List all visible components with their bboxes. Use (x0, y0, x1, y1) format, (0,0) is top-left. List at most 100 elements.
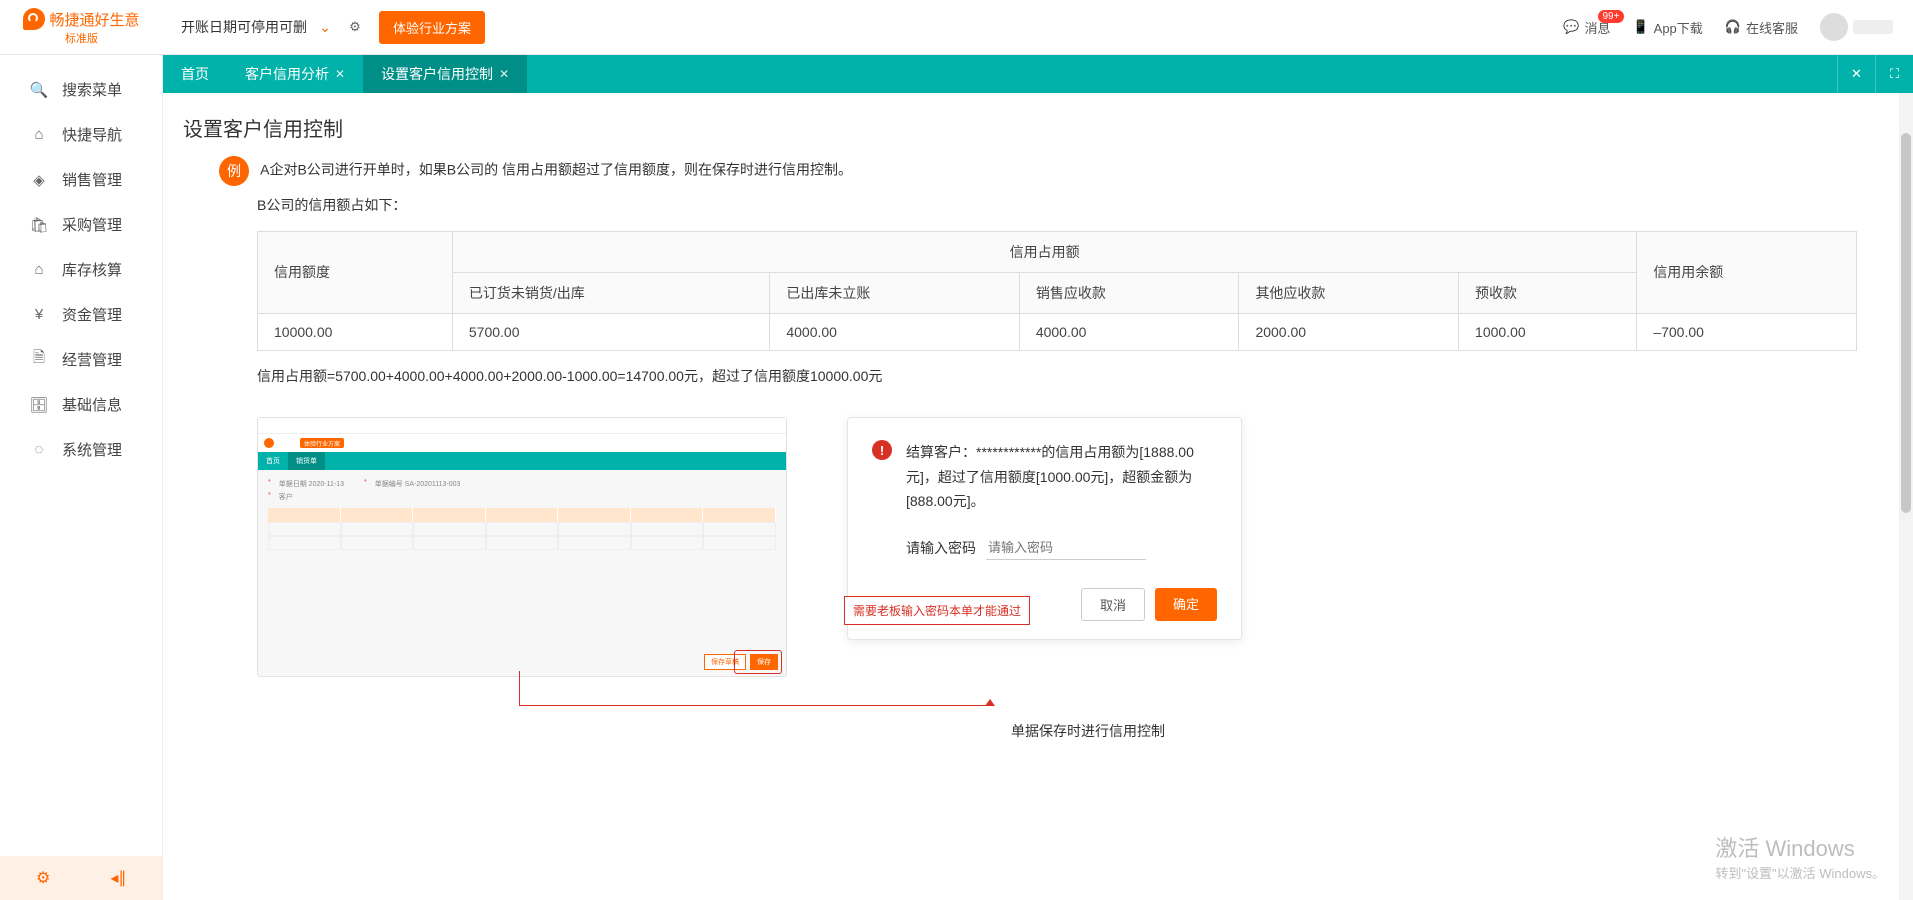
scrollbar-thumb[interactable] (1901, 133, 1911, 513)
phone-icon: 📱 (1632, 19, 1648, 35)
td-c5: 1000.00 (1459, 313, 1637, 350)
selector-text: 开账日期可停用可删 (181, 19, 307, 35)
sidebar-item-inventory[interactable]: ⌂ 库存核算 (0, 247, 162, 292)
tab-label: 设置客户信用控制 (381, 64, 493, 84)
th-sub-4: 其他应收款 (1239, 272, 1459, 313)
sidebar-item-sales[interactable]: ◈ 销售管理 (0, 157, 162, 202)
close-icon[interactable]: ✕ (499, 67, 509, 81)
warehouse-icon: ⌂ (30, 261, 48, 279)
sidebar-item-quicknav[interactable]: ⌂ 快捷导航 (0, 112, 162, 157)
sidebar-item-label: 采购管理 (62, 214, 122, 235)
service-label: 在线客服 (1746, 18, 1798, 37)
sidebar-item-label: 搜索菜单 (62, 79, 122, 100)
confirm-button[interactable]: 确定 (1155, 588, 1217, 621)
sidebar-item-label: 库存核算 (62, 259, 122, 280)
credit-table: 信用额度 信用占用额 信用用余额 已订货未销货/出库 已出库未立账 销售应收款 … (257, 231, 1857, 351)
th-sub-5: 预收款 (1459, 272, 1637, 313)
cancel-button[interactable]: 取消 (1081, 588, 1145, 621)
tab-label: 客户信用分析 (245, 64, 329, 84)
connector-line (219, 677, 1857, 717)
sidebar-item-search[interactable]: 🔍 搜索菜单 (0, 67, 162, 112)
sidebar-item-label: 基础信息 (62, 394, 122, 415)
fullscreen-icon: ⛶ (1890, 66, 1899, 82)
search-icon: 🔍 (30, 81, 48, 99)
chevron-down-icon: ⌄ (319, 19, 331, 36)
tab-close-all-button[interactable]: ✕ (1837, 55, 1875, 93)
sidebar-item-label: 系统管理 (62, 439, 122, 460)
sidebar-collapse-icon[interactable]: ◂∥ (110, 868, 126, 888)
messages-button[interactable]: 💬 消息 99+ (1563, 18, 1610, 37)
formula-text: 信用占用额=5700.00+4000.00+4000.00+2000.00-10… (219, 363, 1857, 390)
password-input[interactable] (986, 536, 1146, 560)
diamond-icon: ◈ (30, 171, 48, 189)
sidebar-item-label: 经营管理 (62, 349, 122, 370)
brand-name: 畅捷通好生意 (49, 9, 139, 30)
circle-icon: ◌ (30, 441, 48, 459)
tab-fullscreen-button[interactable]: ⛶ (1875, 55, 1913, 93)
warning-icon: ! (872, 440, 892, 460)
dialog-message: 结算客户：************的信用占用额为[1888.00元]，超过了信用… (906, 440, 1217, 514)
page-title: 设置客户信用控制 (163, 93, 1913, 156)
td-c4: 2000.00 (1239, 313, 1459, 350)
settings-button[interactable]: ⚙ (341, 13, 369, 41)
tab-label: 首页 (181, 64, 209, 84)
credit-warning-dialog: ! 结算客户：************的信用占用额为[1888.00元]，超过了… (847, 417, 1242, 640)
sidebar-item-label: 资金管理 (62, 304, 122, 325)
app-download-button[interactable]: 📱 App下载 (1632, 18, 1702, 37)
mock-screenshot: 体验行业方案 首页销货单 *单据日期 2020-11-13*单据编号 SA-20… (257, 417, 787, 677)
tab-home[interactable]: 首页 (163, 55, 227, 93)
brand-edition: 标准版 (65, 30, 98, 46)
td-c2: 4000.00 (770, 313, 1019, 350)
gear-icon: ⚙ (349, 19, 361, 35)
password-label: 请输入密码 (906, 538, 976, 558)
td-c3: 4000.00 (1019, 313, 1239, 350)
sidebar-footer: ⚙ ◂∥ (0, 856, 162, 900)
doc-icon: 🗎 (30, 351, 48, 369)
para-text: A企对B公司进行开单时，如果B公司的 信用占用额超过了信用额度，则在保存时进行信… (260, 162, 852, 178)
figure-caption: 单据保存时进行信用控制 (319, 721, 1857, 741)
sidebar-item-system[interactable]: ◌ 系统管理 (0, 427, 162, 472)
home-icon: ⌂ (30, 126, 48, 144)
example-badge: 例 (219, 156, 249, 186)
online-service-button[interactable]: 🎧 在线客服 (1725, 18, 1798, 37)
sidebar: 🔍 搜索菜单 ⌂ 快捷导航 ◈ 销售管理 🛍 采购管理 ⌂ 库存核算 ¥ 资金管理 🗎 经营管… (0, 55, 163, 900)
avatar-icon (1820, 13, 1848, 41)
message-icon: 💬 (1563, 19, 1579, 35)
sidebar-item-finance[interactable]: ¥ 资金管理 (0, 292, 162, 337)
password-note: 需要老板输入密码本单才能通过 (844, 596, 1030, 625)
td-credit: 10000.00 (258, 313, 453, 350)
tabs-bar: 首页 客户信用分析 ✕ 设置客户信用控制 ✕ ✕ ⛶ (163, 55, 1913, 93)
close-icon: ✕ (1851, 66, 1862, 82)
user-name (1853, 20, 1893, 34)
experience-plan-button[interactable]: 体验行业方案 (379, 11, 485, 44)
sidebar-item-operation[interactable]: 🗎 经营管理 (0, 337, 162, 382)
sidebar-item-basicinfo[interactable]: 🗄 基础信息 (0, 382, 162, 427)
close-icon[interactable]: ✕ (335, 67, 345, 81)
th-sub-3: 销售应收款 (1019, 272, 1239, 313)
bag-icon: 🛍 (30, 216, 48, 234)
th-sub-2: 已出库未立账 (770, 272, 1019, 313)
messages-badge: 99+ (1598, 10, 1625, 23)
sidebar-item-label: 快捷导航 (62, 124, 122, 145)
th-sub-1: 已订货未销货/出库 (452, 272, 769, 313)
card-icon: 🗄 (30, 396, 48, 414)
account-period-selector[interactable]: 开账日期可停用可删 ⌄ (181, 17, 331, 37)
brand-block: 畅捷通好生意 标准版 (0, 8, 163, 46)
example-para-1: 例 A企对B公司进行开单时，如果B公司的 信用占用额超过了信用额度，则在保存时进… (219, 156, 1857, 186)
td-c1: 5700.00 (452, 313, 769, 350)
th-occupy: 信用占用额 (452, 231, 1636, 272)
app-download-label: App下载 (1654, 18, 1703, 37)
th-balance: 信用用余额 (1637, 231, 1857, 313)
tab-credit-control[interactable]: 设置客户信用控制 ✕ (363, 55, 527, 93)
brand-logo-icon (23, 8, 45, 30)
sidebar-gear-icon[interactable]: ⚙ (36, 868, 50, 888)
tab-credit-analysis[interactable]: 客户信用分析 ✕ (227, 55, 363, 93)
td-balance: –700.00 (1637, 313, 1857, 350)
yen-icon: ¥ (30, 306, 48, 324)
user-menu[interactable] (1820, 13, 1893, 41)
example-para-2: B公司的信用额占如下： (219, 192, 1857, 219)
scrollbar[interactable] (1899, 93, 1913, 900)
sidebar-item-purchase[interactable]: 🛍 采购管理 (0, 202, 162, 247)
sidebar-item-label: 销售管理 (62, 169, 122, 190)
headset-icon: 🎧 (1725, 19, 1741, 35)
